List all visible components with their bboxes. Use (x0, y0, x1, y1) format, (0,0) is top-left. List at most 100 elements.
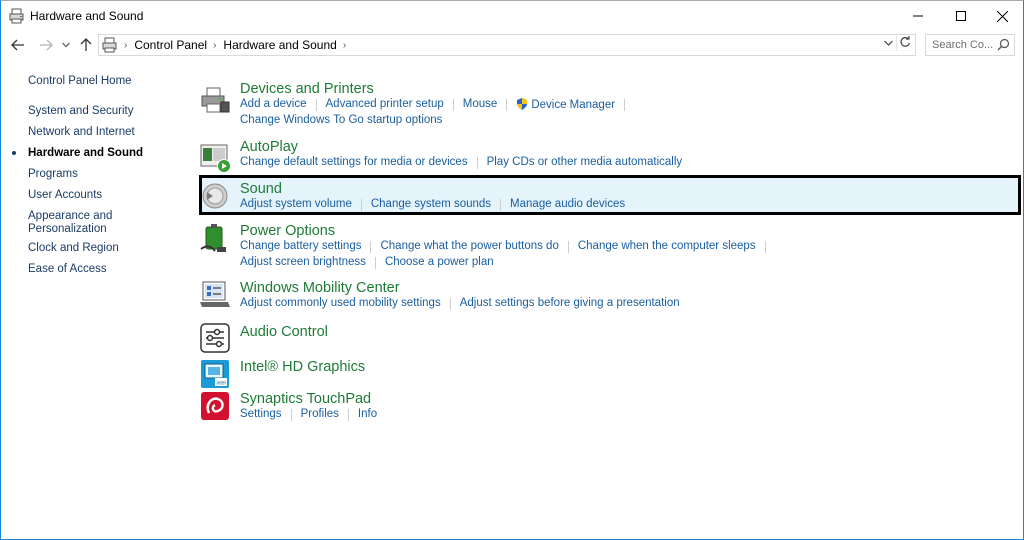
choose-power-plan-link[interactable]: Choose a power plan (385, 256, 494, 269)
maximize-button[interactable] (940, 1, 982, 31)
change-system-sounds-link[interactable]: Change system sounds (371, 198, 491, 211)
uac-shield-icon (517, 98, 528, 110)
nav-system-and-security[interactable]: System and Security (28, 105, 178, 118)
separator (360, 199, 362, 211)
speaker-icon (202, 183, 228, 209)
recent-locations-button[interactable] (59, 35, 73, 55)
power-options-links-2: Adjust screen brightness Choose a power … (240, 256, 494, 269)
separator (500, 199, 502, 211)
address-bar[interactable]: › Control Panel › Hardware and Sound › (98, 34, 916, 56)
adjust-system-volume-link[interactable]: Adjust system volume (240, 198, 352, 211)
windows-mobility-center-title[interactable]: Windows Mobility Center (240, 280, 400, 296)
window-title: Hardware and Sound (30, 9, 144, 23)
address-dropdown-button[interactable] (884, 38, 893, 49)
nav-programs[interactable]: Programs (28, 168, 178, 181)
autoplay-title[interactable]: AutoPlay (240, 139, 298, 155)
separator (452, 99, 454, 111)
nav-control-panel-home[interactable]: Control Panel Home (28, 75, 178, 88)
chevron-right-icon[interactable]: › (124, 40, 127, 51)
settings-link[interactable]: Settings (240, 408, 282, 421)
close-button[interactable] (981, 1, 1023, 31)
autoplay-icon (200, 144, 231, 173)
adjust-mobility-settings-link[interactable]: Adjust commonly used mobility settings (240, 297, 441, 310)
search-placeholder: Search Co... (932, 39, 994, 51)
nav-network-and-internet[interactable]: Network and Internet (28, 126, 178, 139)
nav-appearance-and-personalization[interactable]: Appearance and Personalization (28, 210, 128, 236)
devices-and-printers-title[interactable]: Devices and Printers (240, 81, 374, 97)
printer-icon (201, 87, 230, 113)
chevron-right-icon[interactable]: › (343, 40, 346, 51)
arrow-right-icon (40, 39, 53, 51)
mouse-link[interactable]: Mouse (463, 98, 498, 111)
audio-control-title[interactable]: Audio Control (240, 324, 328, 340)
separator (347, 409, 349, 421)
maximize-icon (956, 11, 966, 21)
separator (624, 99, 626, 111)
advanced-printer-setup-link[interactable]: Advanced printer setup (326, 98, 444, 111)
sound-links: Adjust system volume Change system sound… (240, 198, 625, 211)
battery-icon (200, 224, 226, 252)
minimize-button[interactable] (897, 1, 939, 31)
breadcrumb-hardware-and-sound[interactable]: Hardware and Sound (223, 38, 336, 52)
svg-text:intel: intel (217, 381, 226, 387)
synaptics-links: Settings Profiles Info (240, 408, 377, 421)
separator (290, 409, 292, 421)
separator (764, 241, 766, 253)
arrow-left-icon (11, 39, 24, 51)
change-default-settings-link[interactable]: Change default settings for media or dev… (240, 156, 468, 169)
devices-and-printers-links: Add a device Advanced printer setup Mous… (240, 98, 634, 111)
adjust-presentation-settings-link[interactable]: Adjust settings before giving a presenta… (460, 297, 680, 310)
separator (476, 157, 478, 169)
manage-audio-devices-link[interactable]: Manage audio devices (510, 198, 625, 211)
sliders-icon (200, 323, 230, 353)
separator (370, 241, 372, 253)
forward-button[interactable] (37, 35, 55, 55)
devices-and-printers-links-2: Change Windows To Go startup options (240, 114, 442, 126)
power-options-title[interactable]: Power Options (240, 223, 335, 239)
close-icon (996, 10, 1008, 22)
nav-clock-and-region[interactable]: Clock and Region (28, 242, 178, 255)
adjust-screen-brightness-link[interactable]: Adjust screen brightness (240, 256, 366, 269)
mobility-center-icon (200, 281, 230, 307)
device-manager-link[interactable]: Device Manager (516, 98, 615, 111)
refresh-button[interactable] (896, 36, 912, 51)
hardware-sound-icon (9, 8, 24, 24)
info-link[interactable]: Info (358, 408, 377, 421)
up-button[interactable] (77, 35, 95, 55)
change-power-buttons-link[interactable]: Change what the power buttons do (380, 240, 558, 253)
sound-title[interactable]: Sound (240, 181, 282, 197)
nav-ease-of-access[interactable]: Ease of Access (28, 263, 178, 276)
breadcrumb-control-panel[interactable]: Control Panel (134, 38, 207, 52)
autoplay-links: Change default settings for media or dev… (240, 156, 682, 169)
device-manager-label: Device Manager (531, 99, 616, 111)
separator (449, 298, 451, 310)
synaptics-touchpad-title[interactable]: Synaptics TouchPad (240, 391, 371, 407)
search-input[interactable]: Search Co... (925, 34, 1015, 56)
refresh-icon (899, 36, 910, 47)
chevron-down-icon (884, 40, 893, 46)
chevron-right-icon[interactable]: › (213, 40, 216, 51)
chevron-down-icon (62, 42, 70, 48)
current-item-bullet (12, 151, 16, 155)
change-computer-sleeps-link[interactable]: Change when the computer sleeps (578, 240, 756, 253)
navigation-bar: › Control Panel › Hardware and Sound › S… (1, 33, 1023, 57)
mobility-center-links: Adjust commonly used mobility settings A… (240, 297, 680, 310)
nav-user-accounts[interactable]: User Accounts (28, 189, 178, 202)
play-cds-link[interactable]: Play CDs or other media automatically (487, 156, 683, 169)
search-icon (997, 38, 1010, 51)
control-panel-window: Hardware and Sound › Control Panel › Har… (0, 0, 1024, 540)
title-bar: Hardware and Sound (1, 1, 1023, 31)
change-battery-settings-link[interactable]: Change battery settings (240, 240, 361, 253)
intel-graphics-icon: intel (201, 360, 229, 388)
nav-hardware-and-sound[interactable]: Hardware and Sound (28, 147, 178, 160)
separator (374, 257, 376, 269)
profiles-link[interactable]: Profiles (301, 408, 339, 421)
back-button[interactable] (9, 35, 27, 55)
separator (506, 99, 508, 111)
control-panel-icon (102, 37, 117, 53)
add-a-device-link[interactable]: Add a device (240, 98, 307, 111)
windows-to-go-link[interactable]: Change Windows To Go startup options (240, 114, 442, 126)
intel-hd-graphics-title[interactable]: Intel® HD Graphics (240, 359, 365, 375)
arrow-up-icon (80, 38, 92, 51)
minimize-icon (913, 15, 923, 17)
